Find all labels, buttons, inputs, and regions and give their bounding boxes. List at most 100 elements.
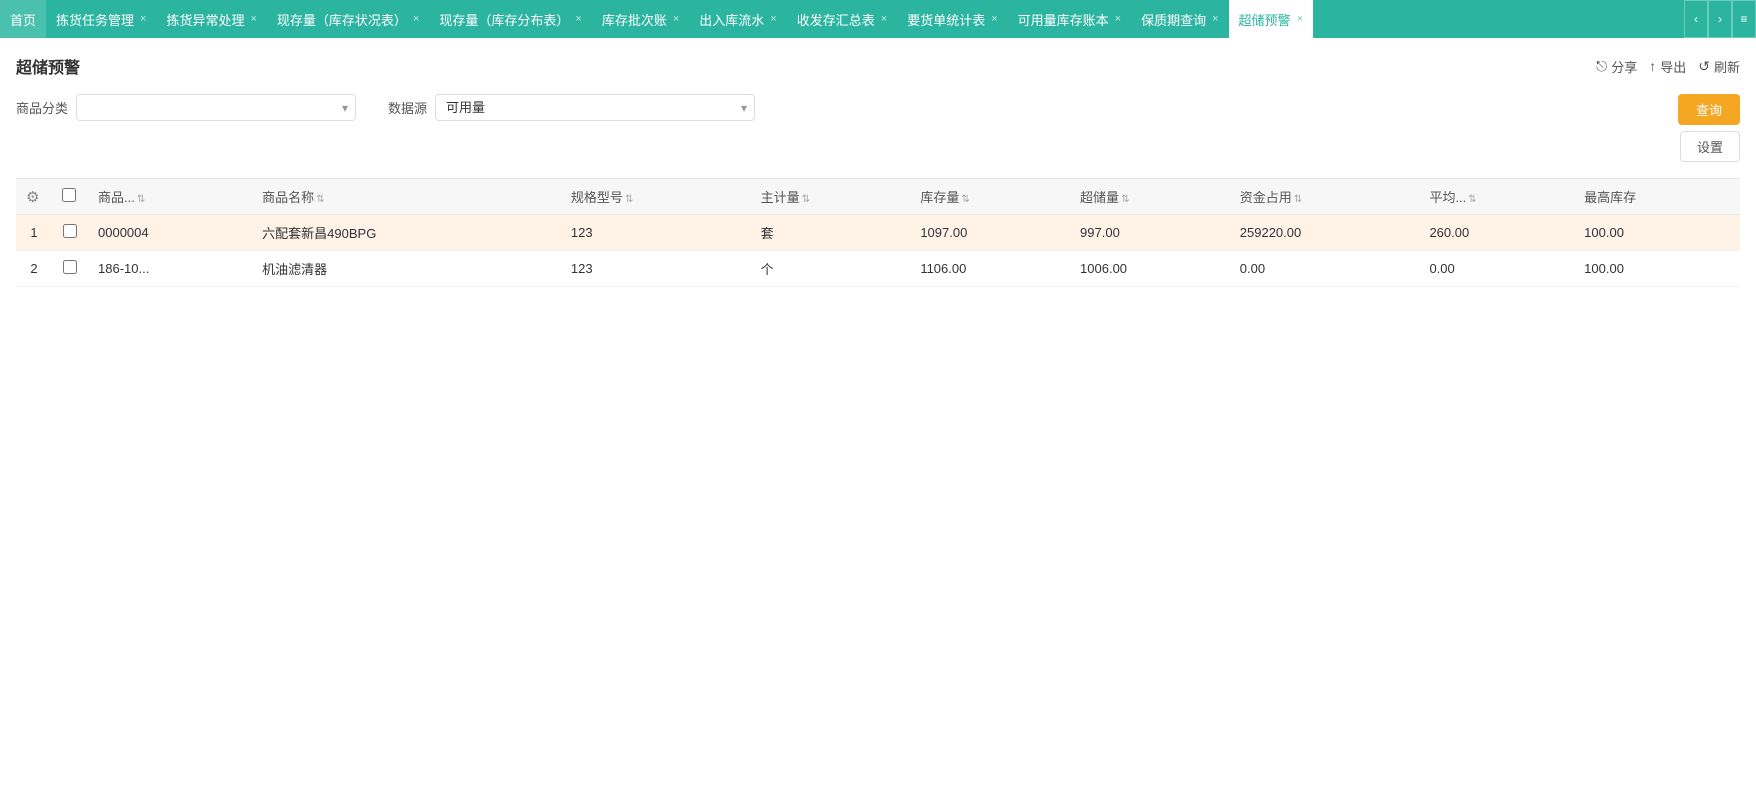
col-product-code: 商品...⇅ [88, 179, 252, 215]
refresh-button[interactable]: ↺ 刷新 [1698, 57, 1740, 76]
nav-menu-button[interactable]: ≡ [1732, 0, 1756, 38]
settings-button[interactable]: 设置 [1680, 131, 1740, 162]
gear-icon[interactable]: ⚙ [26, 189, 39, 206]
category-select[interactable] [76, 94, 356, 121]
table-row: 1 0000004 六配套新昌490BPG 123 套 1097.00 997.… [16, 215, 1740, 251]
close-icon[interactable]: × [140, 13, 146, 25]
cell-avg: 0.00 [1419, 251, 1574, 287]
cell-max-stock: 100.00 [1574, 251, 1740, 287]
row-index: 2 [16, 251, 52, 287]
data-table: ⚙ 商品...⇅ 商品名称⇅ 规格型号⇅ 主计量⇅ 库存量⇅ [16, 178, 1740, 287]
nav-arrows: ‹ › ≡ [1684, 0, 1756, 38]
page-title: 超储预警 [16, 54, 80, 78]
cell-capital: 0.00 [1230, 251, 1420, 287]
cell-product-name: 机油滤清器 [252, 251, 561, 287]
header-actions: ⎋ 分享 ↑ 导出 ↺ 刷新 [1596, 57, 1740, 76]
cell-spec: 123 [561, 215, 751, 251]
nav-item-收发存汇总表[interactable]: 收发存汇总表× [787, 0, 897, 38]
query-button[interactable]: 查询 [1678, 94, 1740, 125]
checkbox-col-header [52, 179, 88, 215]
sort-icon-capital: ⇅ [1294, 194, 1302, 205]
cell-spec: 123 [561, 251, 751, 287]
row-checkbox[interactable] [63, 224, 77, 238]
category-select-wrapper [76, 94, 356, 121]
table-header: ⚙ 商品...⇅ 商品名称⇅ 规格型号⇅ 主计量⇅ 库存量⇅ [16, 179, 1740, 215]
close-icon[interactable]: × [770, 13, 776, 25]
datasource-select-wrapper: 可用量 [435, 94, 755, 121]
cell-product-code: 186-10... [88, 251, 252, 287]
col-avg: 平均...⇅ [1419, 179, 1574, 215]
cell-unit: 个 [751, 251, 911, 287]
select-all-checkbox[interactable] [62, 188, 76, 202]
sort-icon-product-name: ⇅ [316, 194, 324, 205]
close-icon[interactable]: × [250, 13, 256, 25]
nav-item-保质期查询[interactable]: 保质期查询× [1131, 0, 1228, 38]
sort-icon-product-code: ⇅ [137, 194, 145, 205]
col-capital: 资金占用⇅ [1230, 179, 1420, 215]
export-icon: ↑ [1649, 58, 1656, 74]
export-label: 导出 [1660, 57, 1686, 76]
refresh-label: 刷新 [1714, 57, 1740, 76]
nav-item-超储预警[interactable]: 超储预警× [1229, 0, 1313, 38]
table-row: 2 186-10... 机油滤清器 123 个 1106.00 1006.00 … [16, 251, 1740, 287]
cell-capital: 259220.00 [1230, 215, 1420, 251]
nav-item-库存批次账[interactable]: 库存批次账× [592, 0, 689, 38]
col-max-stock: 最高库存 [1574, 179, 1740, 215]
nav-item-出入库流水[interactable]: 出入库流水× [689, 0, 786, 38]
settings-col-header: ⚙ [16, 179, 52, 215]
refresh-icon: ↺ [1698, 58, 1710, 75]
close-icon[interactable]: × [1297, 13, 1303, 25]
nav-item-现存量库存分布表[interactable]: 现存量（库存分布表）× [429, 0, 591, 38]
page-header: 超储预警 ⎋ 分享 ↑ 导出 ↺ 刷新 [16, 54, 1740, 78]
sort-icon-overstock: ⇅ [1121, 194, 1129, 205]
sort-icon-spec: ⇅ [625, 194, 633, 205]
category-filter: 商品分类 [16, 94, 356, 121]
col-stock: 库存量⇅ [910, 179, 1070, 215]
nav-item-拣货异常处理[interactable]: 拣货异常处理× [156, 0, 266, 38]
close-icon[interactable]: × [991, 13, 997, 25]
share-label: 分享 [1611, 57, 1637, 76]
cell-stock: 1097.00 [910, 215, 1070, 251]
col-spec: 规格型号⇅ [561, 179, 751, 215]
table-body: 1 0000004 六配套新昌490BPG 123 套 1097.00 997.… [16, 215, 1740, 287]
close-icon[interactable]: × [575, 13, 581, 25]
nav-item-首页[interactable]: 首页 [0, 0, 46, 38]
nav-prev-button[interactable]: ‹ [1684, 0, 1708, 38]
top-navigation: 首页拣货任务管理×拣货异常处理×现存量（库存状况表）×现存量（库存分布表）×库存… [0, 0, 1756, 38]
row-index: 1 [16, 215, 52, 251]
col-product-name: 商品名称⇅ [252, 179, 561, 215]
nav-item-要货单统计表[interactable]: 要货单统计表× [897, 0, 1007, 38]
datasource-label: 数据源 [388, 98, 427, 117]
datasource-select[interactable]: 可用量 [435, 94, 755, 121]
share-button[interactable]: ⎋ 分享 [1596, 57, 1637, 76]
col-overstock: 超储量⇅ [1070, 179, 1230, 215]
cell-unit: 套 [751, 215, 911, 251]
cell-product-name: 六配套新昌490BPG [252, 215, 561, 251]
cell-overstock: 1006.00 [1070, 251, 1230, 287]
close-icon[interactable]: × [1115, 13, 1121, 25]
nav-item-拣货任务管理[interactable]: 拣货任务管理× [46, 0, 156, 38]
nav-item-现存量库存状况表[interactable]: 现存量（库存状况表）× [267, 0, 429, 38]
category-label: 商品分类 [16, 98, 68, 117]
nav-item-可用量库存账本[interactable]: 可用量库存账本× [1008, 0, 1131, 38]
cell-product-code: 0000004 [88, 215, 252, 251]
datasource-filter: 数据源 可用量 [388, 94, 755, 121]
share-icon: ⎋ [1596, 58, 1607, 75]
sort-icon-unit: ⇅ [802, 194, 810, 205]
cell-overstock: 997.00 [1070, 215, 1230, 251]
export-button[interactable]: ↑ 导出 [1649, 57, 1686, 76]
nav-next-button[interactable]: › [1708, 0, 1732, 38]
cell-avg: 260.00 [1419, 215, 1574, 251]
cell-stock: 1106.00 [910, 251, 1070, 287]
close-icon[interactable]: × [881, 13, 887, 25]
col-unit: 主计量⇅ [751, 179, 911, 215]
close-icon[interactable]: × [1212, 13, 1218, 25]
sort-icon-avg: ⇅ [1468, 194, 1476, 205]
sort-icon-stock: ⇅ [961, 194, 969, 205]
close-icon[interactable]: × [673, 13, 679, 25]
main-content: 超储预警 ⎋ 分享 ↑ 导出 ↺ 刷新 商品分类 [0, 38, 1756, 800]
row-checkbox-cell [52, 215, 88, 251]
row-checkbox[interactable] [63, 260, 77, 274]
close-icon[interactable]: × [413, 13, 419, 25]
cell-max-stock: 100.00 [1574, 215, 1740, 251]
